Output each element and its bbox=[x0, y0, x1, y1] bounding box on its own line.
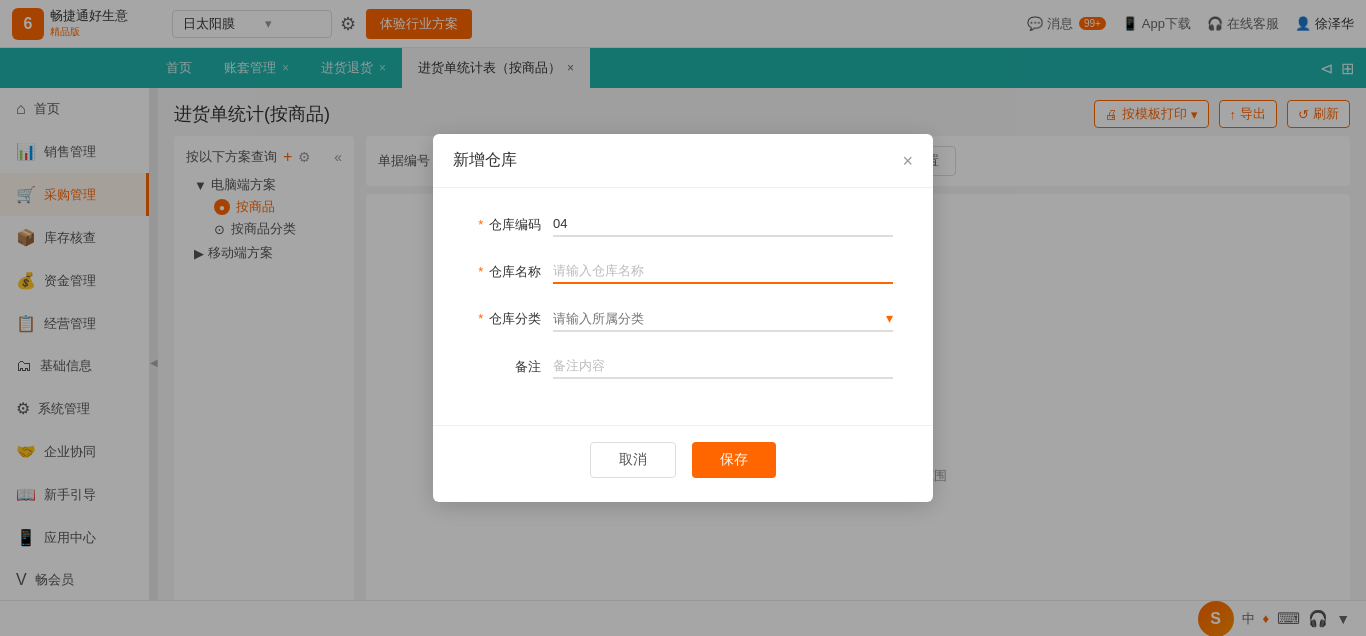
form-label-category: * 仓库分类 bbox=[473, 310, 553, 328]
required-mark: * bbox=[478, 217, 483, 232]
form-row-name: * 仓库名称 bbox=[473, 259, 893, 284]
form-row-remark: 备注 bbox=[473, 354, 893, 379]
modal-body: * 仓库编码 * 仓库名称 * 仓库分类 bbox=[433, 188, 933, 425]
required-mark-category: * bbox=[478, 311, 483, 326]
modal-close-button[interactable]: × bbox=[902, 152, 913, 170]
modal-footer: 取消 保存 bbox=[433, 425, 933, 502]
modal-overlay: 新增仓库 × * 仓库编码 * 仓库名称 bbox=[0, 0, 1366, 636]
select-arrow-icon: ▾ bbox=[886, 310, 893, 326]
warehouse-name-input[interactable] bbox=[553, 259, 893, 284]
required-mark-name: * bbox=[478, 264, 483, 279]
warehouse-category-select[interactable]: ▾ bbox=[553, 306, 893, 332]
remark-input[interactable] bbox=[553, 354, 893, 379]
modal-title: 新增仓库 bbox=[453, 150, 517, 171]
category-input[interactable] bbox=[553, 311, 886, 326]
form-label-name: * 仓库名称 bbox=[473, 263, 553, 281]
new-warehouse-modal: 新增仓库 × * 仓库编码 * 仓库名称 bbox=[433, 134, 933, 502]
warehouse-code-input[interactable] bbox=[553, 212, 893, 237]
form-row-category: * 仓库分类 ▾ bbox=[473, 306, 893, 332]
modal-header: 新增仓库 × bbox=[433, 134, 933, 188]
save-button[interactable]: 保存 bbox=[692, 442, 776, 478]
form-row-code: * 仓库编码 bbox=[473, 212, 893, 237]
form-label-remark: 备注 bbox=[473, 358, 553, 376]
cancel-button[interactable]: 取消 bbox=[590, 442, 676, 478]
form-label-code: * 仓库编码 bbox=[473, 216, 553, 234]
